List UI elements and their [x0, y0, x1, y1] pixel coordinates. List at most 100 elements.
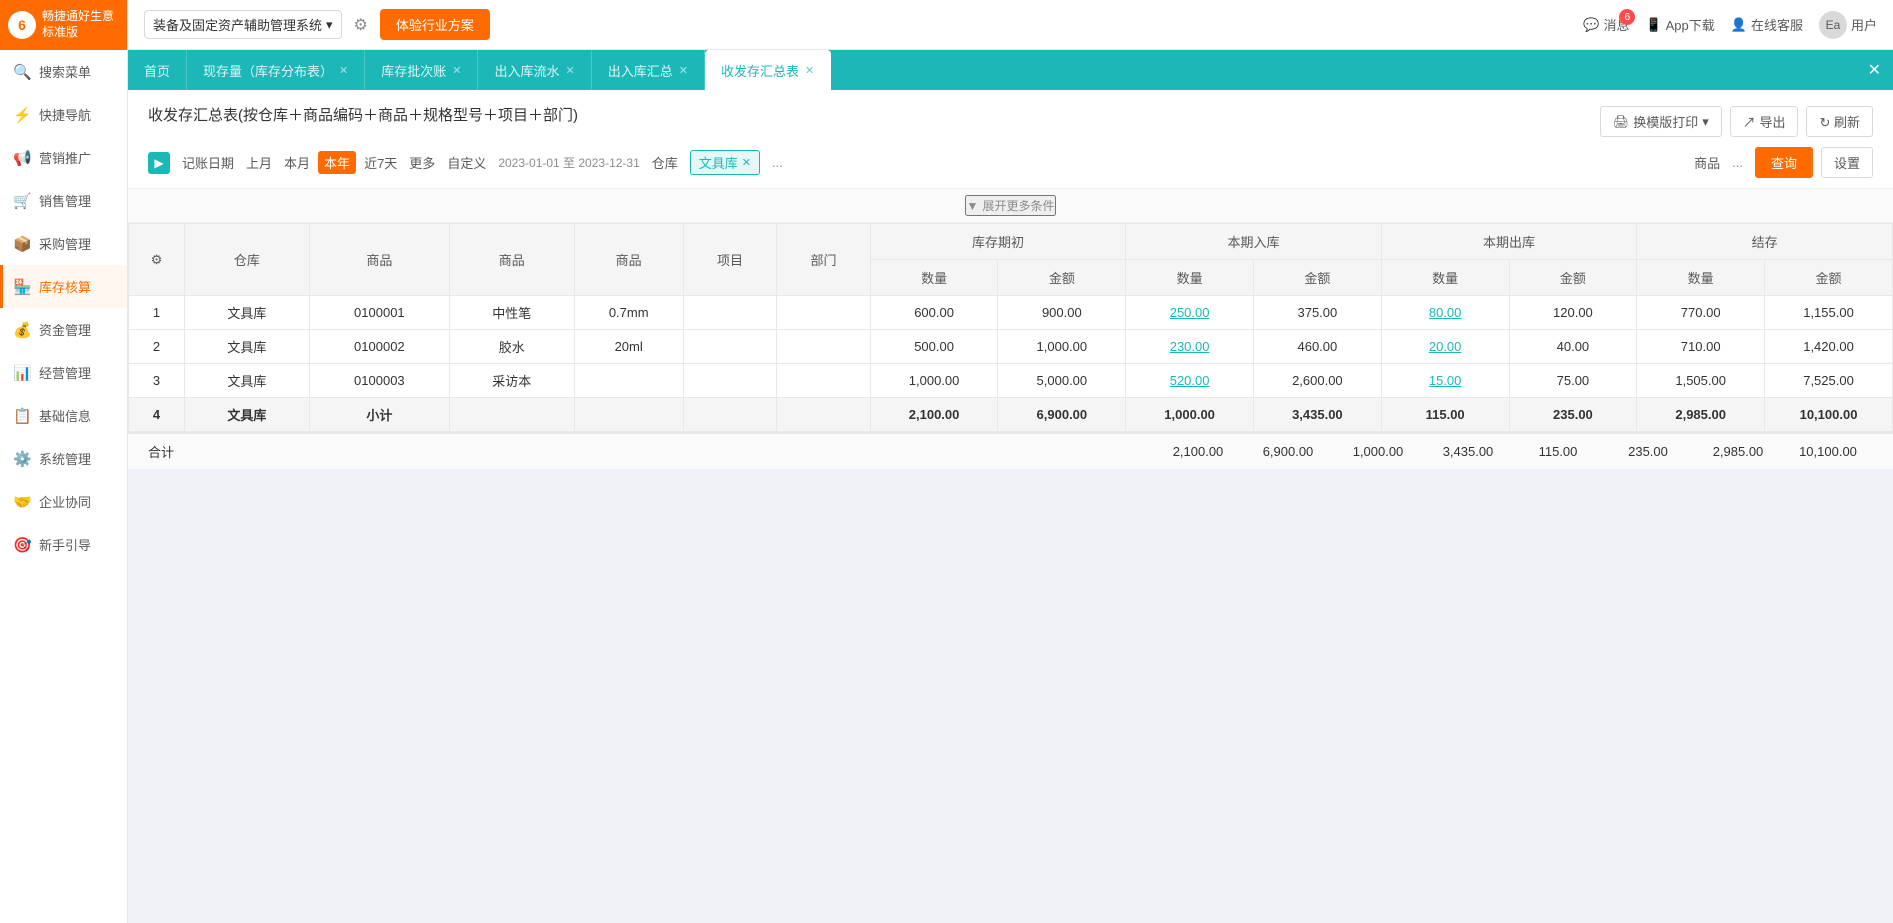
tab-recv-sum[interactable]: 收发存汇总表 ✕	[705, 50, 831, 90]
date-opt-this-month[interactable]: 本月	[280, 151, 314, 174]
sidebar-item-inventory[interactable]: 🏪 库存核算	[0, 265, 127, 308]
cell-in-qty: 1,000.00	[1126, 398, 1254, 432]
footer-open-qty: 2,100.00	[1153, 444, 1243, 459]
date-opt-7days[interactable]: 近7天	[360, 151, 401, 174]
service-action[interactable]: 👤 在线客服	[1731, 15, 1803, 34]
cell-out-qty[interactable]: 80.00	[1381, 296, 1509, 330]
date-opt-last-month[interactable]: 上月	[242, 151, 276, 174]
tab-batch[interactable]: 库存批次账 ✕	[365, 50, 478, 90]
expand-conditions-btn[interactable]: ▼ 展开更多条件	[965, 195, 1057, 216]
sidebar-item-sales[interactable]: 🛒 销售管理	[0, 179, 127, 222]
th-settings: ⚙	[129, 224, 185, 296]
tab-inout-flow-close[interactable]: ✕	[566, 64, 575, 77]
tab-inout-sum[interactable]: 出入库汇总 ✕	[592, 50, 705, 90]
inventory-icon: 🏪	[13, 278, 31, 296]
cell-project	[683, 296, 776, 330]
sidebar-item-guide[interactable]: 🎯 新手引导	[0, 523, 127, 566]
export-icon: ↗	[1743, 115, 1756, 130]
marketing-icon: 📢	[13, 149, 31, 167]
footer-out-amt: 235.00	[1603, 444, 1693, 459]
cell-dept	[777, 364, 870, 398]
sidebar-item-marketing[interactable]: 📢 营销推广	[0, 136, 127, 179]
export-button[interactable]: ↗ 导出	[1730, 106, 1799, 137]
collab-icon: 🤝	[13, 493, 31, 511]
cell-in-qty[interactable]: 250.00	[1126, 296, 1254, 330]
cell-open-qty: 2,100.00	[870, 398, 998, 432]
th-in-qty: 数量	[1126, 260, 1254, 296]
th-inbound: 本期入库	[1126, 224, 1382, 260]
cell-no: 4	[129, 398, 185, 432]
settings-button[interactable]: 设置	[1821, 147, 1873, 178]
tab-stock-dist[interactable]: 现存量（库存分布表） ✕	[187, 50, 365, 90]
footer-open-amt: 6,900.00	[1243, 444, 1333, 459]
page-title: 收发存汇总表(按仓库＋商品编码＋商品＋规格型号＋项目＋部门)	[148, 104, 578, 125]
cell-out-qty[interactable]: 15.00	[1381, 364, 1509, 398]
tab-home-label: 首页	[144, 61, 170, 80]
date-filter-label: 记账日期	[182, 153, 234, 172]
footer-close-qty: 2,985.00	[1693, 444, 1783, 459]
system-selector[interactable]: 装备及固定资产辅助管理系统 ▾	[144, 10, 342, 39]
sidebar-item-quick[interactable]: ⚡ 快捷导航	[0, 93, 127, 136]
try-button[interactable]: 体验行业方案	[380, 9, 490, 40]
warehouse-more-btn[interactable]: ...	[772, 155, 783, 170]
cell-out-amt: 40.00	[1509, 330, 1637, 364]
cell-no: 1	[129, 296, 185, 330]
search-icon: 🔍	[13, 63, 31, 81]
tab-inout-flow[interactable]: 出入库流水 ✕	[478, 50, 591, 90]
settings-icon[interactable]: ⚙	[354, 15, 368, 35]
cell-out-amt: 120.00	[1509, 296, 1637, 330]
cell-in-qty[interactable]: 230.00	[1126, 330, 1254, 364]
filter-toggle[interactable]: ▶	[148, 152, 170, 174]
tab-stock-dist-close[interactable]: ✕	[339, 64, 348, 77]
guide-icon: 🎯	[13, 536, 31, 554]
sidebar-item-label: 经营管理	[39, 363, 91, 382]
th-spec: 商品	[574, 224, 683, 296]
cell-warehouse: 文具库	[185, 296, 310, 330]
tab-bar-close[interactable]: ✕	[1856, 60, 1893, 80]
th-warehouse: 仓库	[185, 224, 310, 296]
tab-home[interactable]: 首页	[128, 50, 187, 90]
cell-project	[683, 398, 776, 432]
column-settings-icon[interactable]: ⚙	[151, 252, 163, 267]
print-button[interactable]: 🖨 换模版打印 ▾	[1600, 106, 1722, 137]
sidebar-item-label: 销售管理	[39, 191, 91, 210]
user-action[interactable]: Ea 用户	[1819, 11, 1877, 39]
refresh-button[interactable]: ↻ 刷新	[1806, 106, 1873, 137]
cell-in-qty[interactable]: 520.00	[1126, 364, 1254, 398]
cell-code: 0100001	[309, 296, 449, 330]
cell-close-qty: 770.00	[1637, 296, 1765, 330]
date-opt-custom[interactable]: 自定义	[443, 151, 490, 174]
sidebar-item-basic[interactable]: 📋 基础信息	[0, 394, 127, 437]
message-action[interactable]: 💬 消息 6	[1583, 15, 1629, 34]
footer-in-qty: 1,000.00	[1333, 444, 1423, 459]
cell-open-qty: 1,000.00	[870, 364, 998, 398]
cell-in-amt: 3,435.00	[1253, 398, 1381, 432]
goods-more-btn[interactable]: ...	[1732, 155, 1743, 170]
date-opt-this-year[interactable]: 本年	[318, 151, 356, 174]
warehouse-tag-close[interactable]: ✕	[742, 156, 751, 169]
cell-out-qty[interactable]: 20.00	[1381, 330, 1509, 364]
sidebar-item-search[interactable]: 🔍 搜索菜单	[0, 50, 127, 93]
sidebar-item-finance[interactable]: 💰 资金管理	[0, 308, 127, 351]
sidebar-item-system[interactable]: ⚙️ 系统管理	[0, 437, 127, 480]
tab-inout-sum-close[interactable]: ✕	[679, 64, 688, 77]
query-button[interactable]: 查询	[1755, 147, 1813, 178]
quick-icon: ⚡	[13, 106, 31, 124]
date-opt-more[interactable]: 更多	[405, 151, 439, 174]
page-header: 收发存汇总表(按仓库＋商品编码＋商品＋规格型号＋项目＋部门) 🖨 换模版打印 ▾…	[128, 90, 1893, 137]
tab-recv-sum-close[interactable]: ✕	[805, 64, 814, 77]
tab-batch-close[interactable]: ✕	[452, 64, 461, 77]
sales-icon: 🛒	[13, 192, 31, 210]
cell-goods	[449, 398, 574, 432]
sidebar-item-label: 新手引导	[39, 535, 91, 554]
expand-icon: ▼	[967, 199, 979, 213]
app-download-action[interactable]: 📱 App下载	[1645, 15, 1714, 34]
cell-open-amt: 5,000.00	[998, 364, 1126, 398]
cell-close-qty: 1,505.00	[1637, 364, 1765, 398]
app-icon: 📱	[1645, 17, 1661, 33]
sidebar-item-ops[interactable]: 📊 经营管理	[0, 351, 127, 394]
sidebar-nav: 🔍 搜索菜单 ⚡ 快捷导航 📢 营销推广 🛒 销售管理 📦 采购管理 🏪	[0, 50, 127, 923]
cell-goods: 采访本	[449, 364, 574, 398]
sidebar-item-purchase[interactable]: 📦 采购管理	[0, 222, 127, 265]
sidebar-item-collab[interactable]: 🤝 企业协同	[0, 480, 127, 523]
